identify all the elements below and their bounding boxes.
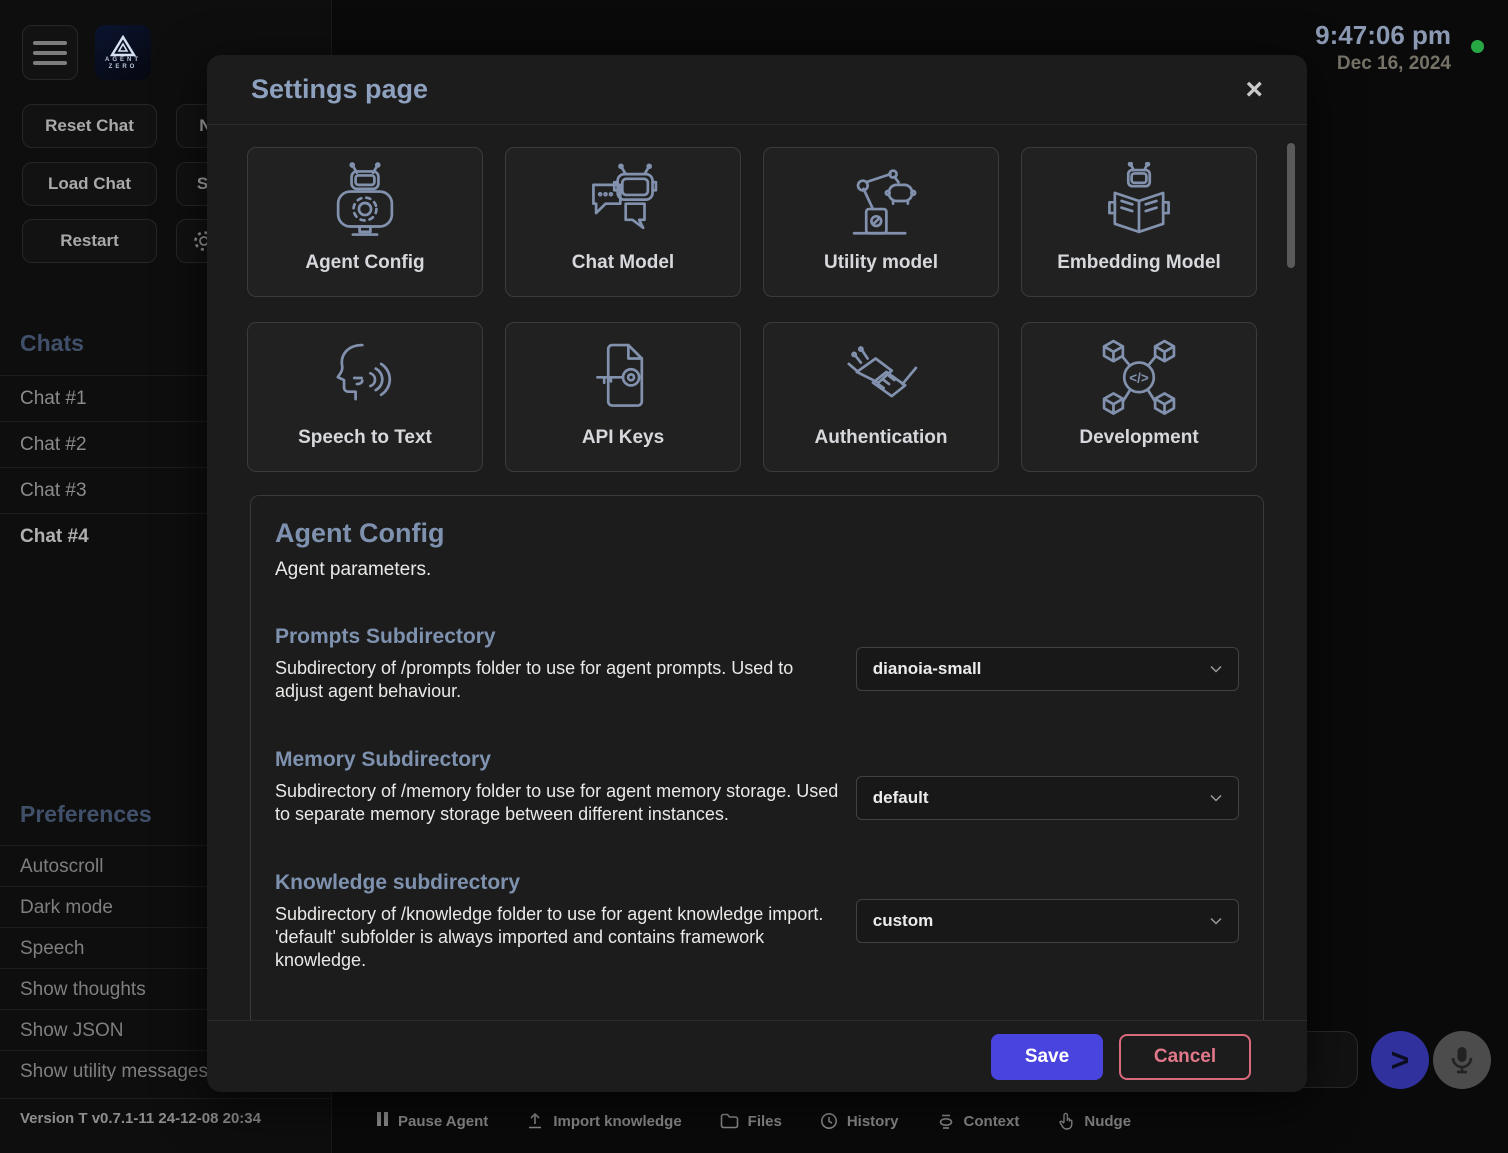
selected-value: custom: [873, 911, 933, 931]
modal-title: Settings page: [251, 74, 428, 105]
chevron-down-icon: [1210, 665, 1222, 673]
import-knowledge-button[interactable]: Import knowledge: [526, 1112, 681, 1130]
clock-block: 9:47:06 pm Dec 16, 2024: [1315, 20, 1451, 75]
pause-agent-button[interactable]: Pause Agent: [375, 1112, 488, 1130]
card-chat-model[interactable]: Chat Model: [505, 147, 741, 297]
card-api-keys[interactable]: API Keys: [505, 322, 741, 472]
modal-header: Settings page ×: [207, 55, 1307, 125]
current-time: 9:47:06 pm: [1315, 20, 1451, 51]
agent-zero-logo: AGENT ZERO: [95, 25, 151, 80]
robot-chat-icon: [580, 162, 666, 248]
nudge-button[interactable]: Nudge: [1057, 1112, 1131, 1131]
card-label: Embedding Model: [1057, 252, 1221, 274]
field-memory-subdirectory: Memory Subdirectory Subdirectory of /mem…: [275, 748, 1239, 827]
card-embedding-model[interactable]: Embedding Model: [1021, 147, 1257, 297]
clock-icon: [820, 1112, 838, 1130]
upload-icon: [526, 1112, 544, 1130]
knowledge-subdirectory-select[interactable]: custom: [856, 899, 1239, 943]
field-label: Knowledge subdirectory: [275, 871, 844, 895]
card-authentication[interactable]: Authentication: [763, 322, 999, 472]
divider: [0, 1098, 332, 1099]
field-description: Subdirectory of /prompts folder to use f…: [275, 657, 844, 704]
reset-chat-button[interactable]: Reset Chat: [22, 104, 157, 148]
online-status-dot: [1471, 40, 1484, 53]
close-icon[interactable]: ×: [1245, 75, 1263, 105]
card-label: Authentication: [815, 427, 948, 449]
card-label: API Keys: [582, 427, 664, 449]
current-date: Dec 16, 2024: [1315, 53, 1451, 75]
field-label: Memory Subdirectory: [275, 748, 844, 772]
logo-text-agent: AGENT: [105, 57, 141, 64]
robot-book-icon: [1096, 162, 1182, 248]
save-button[interactable]: Save: [991, 1034, 1103, 1080]
card-label: Speech to Text: [298, 427, 432, 449]
section-subtitle: Agent parameters.: [275, 559, 1239, 581]
settings-cards-grid: Agent Config Chat Model: [247, 147, 1264, 472]
files-button[interactable]: Files: [720, 1113, 782, 1130]
card-development[interactable]: </> Development: [1021, 322, 1257, 472]
restart-button[interactable]: Restart: [22, 219, 157, 263]
logo-text-zero: ZERO: [109, 64, 138, 71]
field-description: Subdirectory of /knowledge folder to use…: [275, 903, 844, 973]
field-prompts-subdirectory: Prompts Subdirectory Subdirectory of /pr…: [275, 625, 1239, 704]
modal-footer: Save Cancel: [207, 1020, 1307, 1092]
selected-value: default: [873, 788, 929, 808]
card-utility-model[interactable]: Utility model: [763, 147, 999, 297]
hamburger-icon: [33, 41, 67, 45]
card-label: Utility model: [824, 252, 938, 274]
triangle-logo-icon: [110, 35, 136, 57]
pointing-hand-icon: [1057, 1112, 1075, 1131]
context-button[interactable]: Context: [937, 1112, 1020, 1130]
key-document-icon: [580, 337, 666, 423]
agent-config-section: Agent Config Agent parameters. Prompts S…: [250, 495, 1264, 1092]
bottom-toolbar: Pause Agent Import knowledge Files Histo…: [375, 1103, 1131, 1139]
selected-value: dianoia-small: [873, 659, 982, 679]
settings-modal: Settings page × Agent Config: [207, 55, 1307, 1092]
chevron-down-icon: [1210, 917, 1222, 925]
version-text: Version T v0.7.1-11 24-12-08 20:34: [20, 1110, 261, 1127]
speech-face-icon: [322, 337, 408, 423]
chevron-down-icon: [1210, 794, 1222, 802]
section-title: Agent Config: [275, 518, 1239, 549]
preferences-heading: Preferences: [0, 801, 152, 828]
card-agent-config[interactable]: Agent Config: [247, 147, 483, 297]
cancel-button[interactable]: Cancel: [1119, 1034, 1251, 1080]
field-label: Prompts Subdirectory: [275, 625, 844, 649]
card-speech-to-text[interactable]: Speech to Text: [247, 322, 483, 472]
folder-icon: [720, 1113, 739, 1129]
robot-arm-icon: [838, 162, 924, 248]
svg-text:</>: </>: [1129, 371, 1149, 386]
send-button[interactable]: >: [1371, 1031, 1429, 1089]
robot-gear-icon: [322, 162, 408, 248]
microphone-button[interactable]: [1433, 1031, 1491, 1089]
pause-icon: [375, 1112, 389, 1130]
field-knowledge-subdirectory: Knowledge subdirectory Subdirectory of /…: [275, 871, 1239, 973]
context-icon: [937, 1112, 955, 1130]
handshake-icon: [838, 337, 924, 423]
history-button[interactable]: History: [820, 1112, 899, 1130]
load-chat-button[interactable]: Load Chat: [22, 162, 157, 206]
card-label: Chat Model: [572, 252, 674, 274]
microphone-icon: [1448, 1045, 1476, 1075]
card-label: Agent Config: [305, 252, 424, 274]
field-description: Subdirectory of /memory folder to use fo…: [275, 780, 844, 827]
send-icon: >: [1391, 1042, 1410, 1079]
hamburger-menu-button[interactable]: [22, 25, 78, 80]
card-label: Development: [1079, 427, 1198, 449]
prompts-subdirectory-select[interactable]: dianoia-small: [856, 647, 1239, 691]
modal-scrollbar[interactable]: [1287, 143, 1295, 268]
code-network-icon: </>: [1096, 337, 1182, 423]
memory-subdirectory-select[interactable]: default: [856, 776, 1239, 820]
chats-heading: Chats: [0, 330, 84, 357]
